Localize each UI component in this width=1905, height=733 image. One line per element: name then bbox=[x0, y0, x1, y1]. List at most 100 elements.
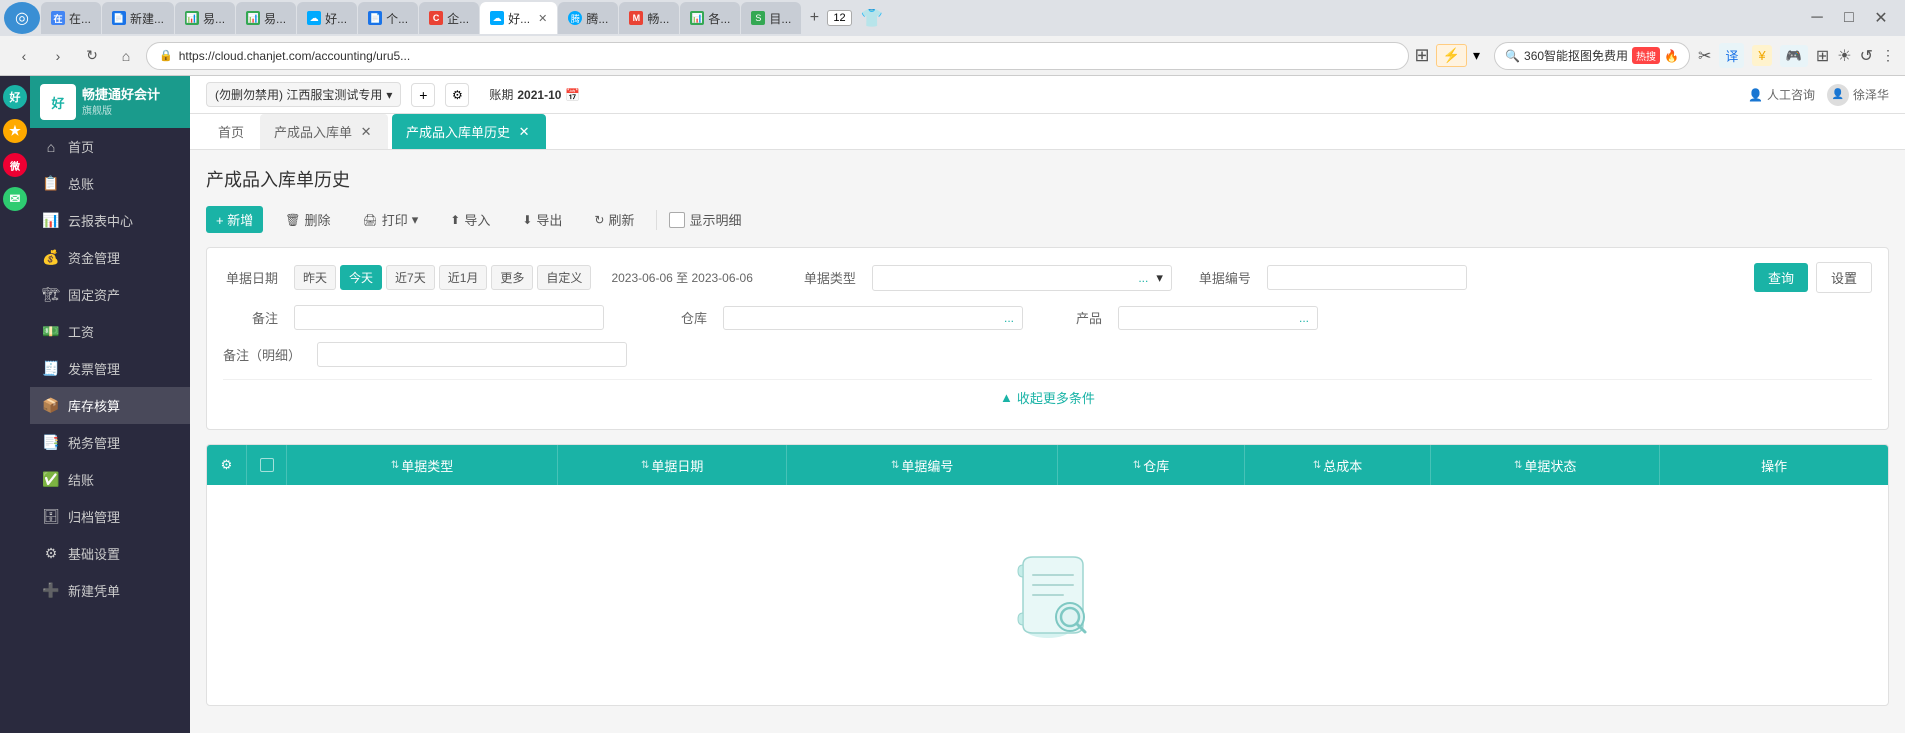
home-button[interactable]: ⌂ bbox=[112, 42, 140, 70]
product-more[interactable]: ... bbox=[1299, 311, 1309, 325]
date-btn-yesterday[interactable]: 昨天 bbox=[294, 265, 336, 290]
th-status[interactable]: ⇅ 单据状态 bbox=[1431, 445, 1660, 485]
query-button[interactable]: 查询 bbox=[1754, 263, 1808, 292]
tab-item-4[interactable]: 📊 易... bbox=[236, 2, 296, 34]
maximize-button[interactable]: □ bbox=[1837, 6, 1861, 30]
add-button[interactable]: + 新增 bbox=[206, 206, 263, 233]
tab-navigation[interactable]: ◎ bbox=[4, 2, 40, 34]
sidebar-item-tax[interactable]: 📑 税务管理 bbox=[30, 424, 190, 461]
tab-item-8[interactable]: ☁ 好... ✕ bbox=[480, 2, 557, 34]
print-button[interactable]: 🖨 打印 ▾ bbox=[352, 206, 428, 233]
date-btn-7days[interactable]: 近7天 bbox=[386, 265, 435, 290]
mail-icon[interactable]: ✉ bbox=[2, 186, 28, 212]
checkbox-show-detail[interactable] bbox=[669, 212, 685, 228]
sidebar-item-ledger[interactable]: 📋 总账 bbox=[30, 165, 190, 202]
type-filter-select[interactable]: ... ▾ bbox=[872, 265, 1172, 291]
tab-item-5[interactable]: ☁ 好... bbox=[297, 2, 357, 34]
show-detail-toggle[interactable]: 显示明细 bbox=[669, 210, 741, 229]
sidebar-item-new-bill[interactable]: ➕ 新建凭单 bbox=[30, 572, 190, 609]
tab-item-12[interactable]: S 目... bbox=[741, 2, 801, 34]
history-tab-close-button[interactable]: ✕ bbox=[516, 124, 532, 140]
th-type[interactable]: ⇅ 单据类型 bbox=[287, 445, 558, 485]
tab-item-11[interactable]: 📊 各... bbox=[680, 2, 740, 34]
date-btn-custom[interactable]: 自定义 bbox=[537, 265, 591, 290]
sidebar-item-capital[interactable]: 💰 资金管理 bbox=[30, 239, 190, 276]
date-btn-1month[interactable]: 近1月 bbox=[439, 265, 488, 290]
close-button[interactable]: ✕ bbox=[1869, 6, 1893, 30]
translate-icon[interactable]: 译 bbox=[1719, 43, 1744, 68]
breadcrumb-tab-list[interactable]: 产成品入库单 ✕ bbox=[260, 114, 388, 149]
customize-icon[interactable]: 👕 bbox=[861, 8, 883, 29]
th-gear[interactable]: ⚙ bbox=[207, 445, 247, 485]
th-date[interactable]: ⇅ 单据日期 bbox=[558, 445, 787, 485]
tab-item-9[interactable]: 腾 腾... bbox=[558, 2, 618, 34]
sidebar-item-invoice[interactable]: 🧾 发票管理 bbox=[30, 350, 190, 387]
brightness-icon[interactable]: ☀ bbox=[1837, 46, 1851, 66]
sidebar-item-archive[interactable]: 🗄 归档管理 bbox=[30, 498, 190, 535]
collapse-button[interactable]: ▲ 收起更多条件 bbox=[992, 384, 1103, 411]
sidebar-item-inventory[interactable]: 📦 库存核算 bbox=[30, 387, 190, 424]
tab-item-6[interactable]: 📄 个... bbox=[358, 2, 418, 34]
num-filter-input[interactable] bbox=[1267, 265, 1467, 290]
search-bar[interactable]: 🔍 360智能抠图免费用 热搜 🔥 bbox=[1494, 42, 1690, 70]
header-checkbox[interactable] bbox=[260, 458, 274, 472]
sidebar-item-cloud-report[interactable]: 📊 云报表中心 bbox=[30, 202, 190, 239]
sidebar-item-settle[interactable]: ✅ 结账 bbox=[30, 461, 190, 498]
th-cost[interactable]: ⇅ 总成本 bbox=[1245, 445, 1431, 485]
import-button[interactable]: ⬆ 导入 bbox=[440, 206, 500, 233]
filter-settings-button[interactable]: 设置 bbox=[1816, 262, 1872, 293]
refresh-button[interactable]: ↻ 刷新 bbox=[584, 206, 644, 233]
scissors-icon[interactable]: ✂ bbox=[1698, 46, 1711, 66]
th-checkbox[interactable] bbox=[247, 445, 287, 485]
tab-item-3[interactable]: 📊 易... bbox=[175, 2, 235, 34]
sidebar-item-home[interactable]: ⌂ 首页 bbox=[30, 128, 190, 165]
detail-remark-input[interactable] bbox=[317, 342, 627, 367]
settings-more-icon[interactable]: ⋮ bbox=[1881, 47, 1895, 64]
extensions-icon[interactable]: ⊞ bbox=[1415, 45, 1430, 66]
delete-button[interactable]: 🗑 删除 bbox=[275, 206, 340, 233]
app-logo-icon[interactable]: 好 bbox=[2, 84, 28, 110]
new-tab-button[interactable]: + bbox=[802, 6, 826, 30]
breadcrumb-home[interactable]: 首页 bbox=[206, 114, 256, 149]
th-warehouse[interactable]: ⇅ 仓库 bbox=[1058, 445, 1244, 485]
forward-button[interactable]: › bbox=[44, 42, 72, 70]
remark-input[interactable] bbox=[294, 305, 604, 330]
export-button[interactable]: ⬇ 导出 bbox=[512, 206, 572, 233]
sidebar-item-basic[interactable]: ⚙ 基础设置 bbox=[30, 535, 190, 572]
date-btn-more[interactable]: 更多 bbox=[491, 265, 533, 290]
warehouse-more[interactable]: ... bbox=[1004, 311, 1014, 325]
date-btn-today[interactable]: 今天 bbox=[340, 265, 382, 290]
refresh-button[interactable]: ↻ bbox=[78, 42, 106, 70]
type-select-more[interactable]: ... bbox=[1138, 271, 1148, 285]
weibo-icon[interactable]: 微 bbox=[2, 152, 28, 178]
address-input[interactable]: 🔒 https://cloud.chanjet.com/accounting/u… bbox=[146, 42, 1409, 70]
game-icon[interactable]: 🎮 bbox=[1780, 45, 1808, 67]
tab-counter[interactable]: 12 bbox=[827, 10, 851, 26]
tab-item-1[interactable]: 在 在... bbox=[41, 2, 101, 34]
tab-close-icon[interactable]: ✕ bbox=[538, 12, 547, 25]
grid-icon[interactable]: ⊞ bbox=[1816, 46, 1829, 66]
product-select[interactable]: ... bbox=[1118, 306, 1318, 330]
th-num[interactable]: ⇅ 单据编号 bbox=[787, 445, 1058, 485]
undo-icon[interactable]: ↺ bbox=[1860, 46, 1873, 66]
currency-icon[interactable]: ¥ bbox=[1752, 45, 1771, 66]
sidebar-item-fixed-assets[interactable]: 🏗 固定资产 bbox=[30, 276, 190, 313]
minimize-button[interactable]: ─ bbox=[1805, 6, 1829, 30]
calendar-icon[interactable]: 📅 bbox=[565, 88, 580, 102]
tab-item-2[interactable]: 📄 新建... bbox=[102, 2, 174, 34]
add-company-button[interactable]: + bbox=[411, 83, 435, 107]
company-selector[interactable]: (勿删勿禁用) 江西服宝测试专用 ▾ bbox=[206, 82, 401, 107]
tab-item-10[interactable]: M 畅... bbox=[619, 2, 679, 34]
list-tab-close-button[interactable]: ✕ bbox=[358, 124, 374, 140]
user-profile-button[interactable]: 👤 徐泽华 bbox=[1827, 84, 1889, 106]
breadcrumb-tab-history[interactable]: 产成品入库单历史 ✕ bbox=[392, 114, 546, 149]
settings-company-icon[interactable]: ⚙ bbox=[445, 83, 469, 107]
warehouse-select[interactable]: ... bbox=[723, 306, 1023, 330]
tab-item-7[interactable]: C 企... bbox=[419, 2, 479, 34]
star-icon[interactable]: ★ bbox=[2, 118, 28, 144]
sidebar-item-payroll[interactable]: 💵 工资 bbox=[30, 313, 190, 350]
flash-icon[interactable]: ⚡ bbox=[1436, 44, 1467, 67]
back-button[interactable]: ‹ bbox=[10, 42, 38, 70]
human-service-button[interactable]: 👤 人工咨询 bbox=[1748, 86, 1815, 103]
dropdown-arrow[interactable]: ▾ bbox=[1473, 47, 1480, 64]
